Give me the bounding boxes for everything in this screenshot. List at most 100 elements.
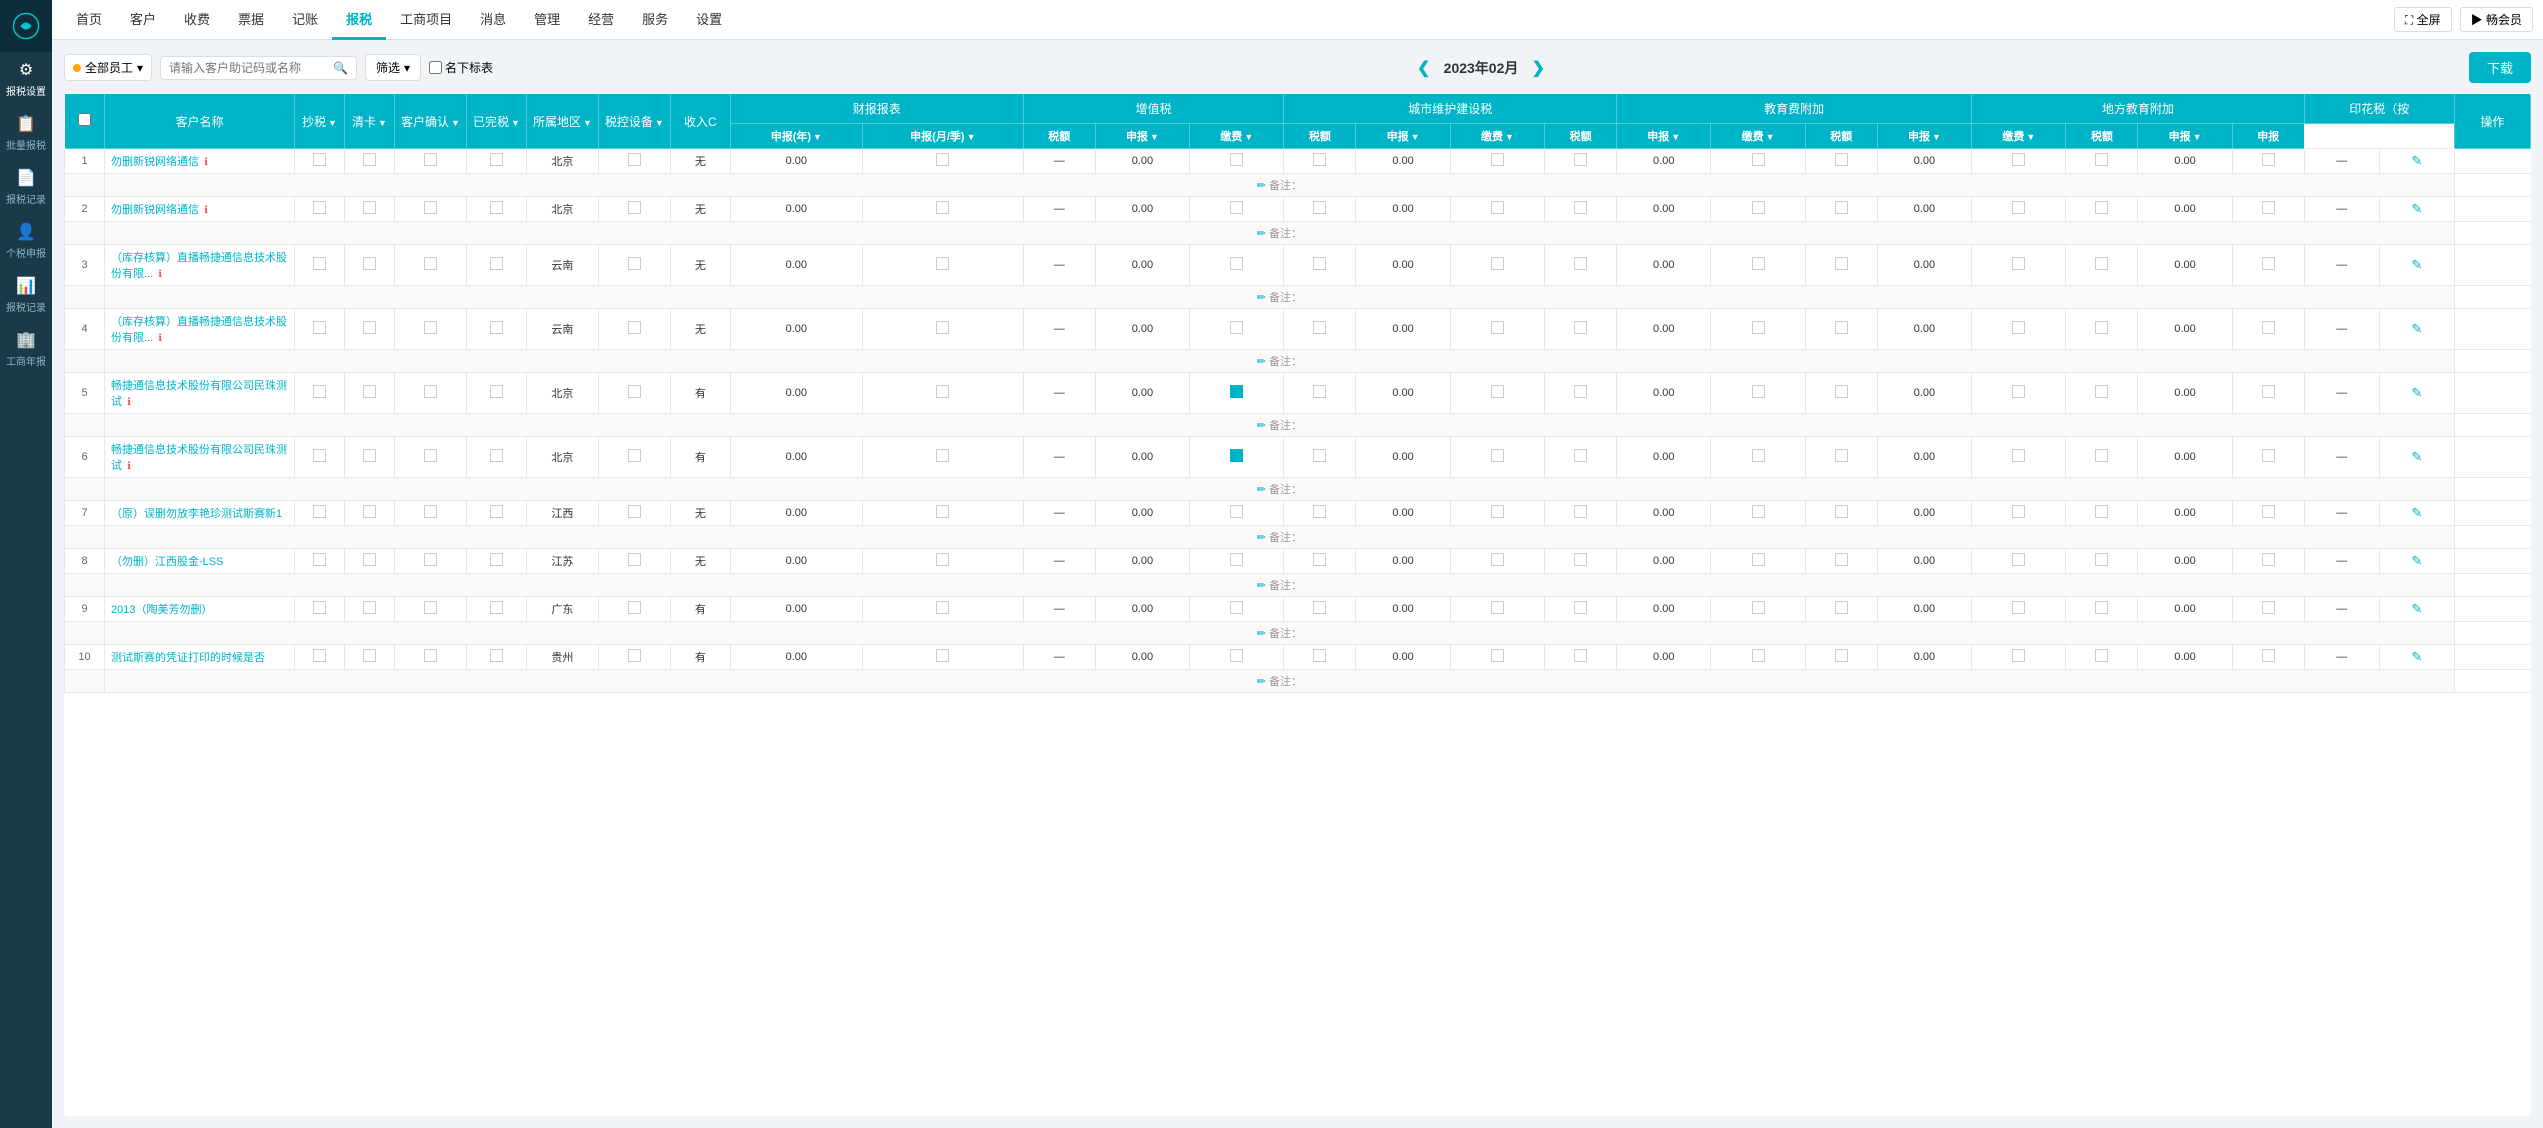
company-name: （库存核算）直播畅捷通信息技术股份有限... ℹ: [105, 309, 295, 350]
nav-customer[interactable]: 客户: [116, 0, 170, 40]
local-jiaofei: [2066, 309, 2138, 350]
company-link[interactable]: 2013（陶美芳勿删）: [111, 604, 212, 616]
nav-guanli[interactable]: 管理: [520, 0, 574, 40]
prev-month-button[interactable]: ❮: [1414, 58, 1434, 78]
nav-fuwu[interactable]: 服务: [628, 0, 682, 40]
note-content: ✏ 备注：: [105, 174, 2455, 197]
edu-taxamt: 0.00: [1617, 645, 1711, 670]
sidebar-item-geshen[interactable]: 👤 个税申报: [0, 214, 52, 268]
city-jiaofei: [1545, 437, 1617, 478]
table-row: 10 测试斯赛的凭证打印的时候是否 贵州 有 0.00 — 0.00 0.00 …: [65, 645, 2531, 670]
next-month-button[interactable]: ❯: [1528, 58, 1548, 78]
employee-filter-select[interactable]: 全部员工 ▾: [64, 54, 152, 81]
th-local-shenbao: 申报▼: [1877, 124, 1971, 149]
caibao-month: [862, 245, 1023, 286]
edit-icon[interactable]: ✎: [2411, 449, 2422, 464]
member-button[interactable]: ▶ 畅会员: [2460, 7, 2533, 32]
edu-taxamt: 0.00: [1617, 437, 1711, 478]
company-link[interactable]: 勿删新锐网络通信: [111, 156, 199, 168]
nav-jizhi[interactable]: 记账: [278, 0, 332, 40]
company-link[interactable]: 畅捷通信息技术股份有限公司民珠测试: [111, 380, 287, 408]
edit-icon[interactable]: ✎: [2411, 601, 2422, 616]
vat-amount: —: [1023, 245, 1095, 286]
edit-icon[interactable]: ✎: [2411, 505, 2422, 520]
edu-taxamt: 0.00: [1617, 309, 1711, 350]
stamp-taxamt: 0.00: [2138, 309, 2232, 350]
th-edu-jiaofei: 缴费▼: [1711, 124, 1805, 149]
note-content: ✏ 备注：: [105, 622, 2455, 645]
caibao-year: 0.00: [730, 437, 862, 478]
vat-jiaofei: [1284, 645, 1356, 670]
nav-xiaoxi[interactable]: 消息: [466, 0, 520, 40]
edit-icon[interactable]: ✎: [2411, 321, 2422, 336]
local-jiaofei: [2066, 645, 2138, 670]
main-area: 首页 客户 收费 票据 记账 报税 工商项目 消息 管理 经营 服务 设置 ⛶ …: [52, 0, 2543, 1128]
edit-icon[interactable]: ✎: [2411, 201, 2422, 216]
vat-jiaofei: [1284, 549, 1356, 574]
city-taxamt: 0.00: [1356, 501, 1450, 526]
nav-right: ⛶ 全屏 ▶ 畅会员: [2394, 7, 2533, 32]
company-link[interactable]: 畅捷通信息技术股份有限公司民珠测试: [111, 444, 287, 472]
stamp-shenbao: [2232, 549, 2304, 574]
sidebar-item-gongshang[interactable]: 🏢 工商年报: [0, 322, 52, 376]
chaoshui-cell: [295, 437, 345, 478]
note-pencil-icon: ✏: [1257, 420, 1266, 432]
warning-icon: ℹ: [158, 333, 162, 344]
fullscreen-icon: ⛶: [2405, 13, 2413, 27]
nav-shoufei[interactable]: 收费: [170, 0, 224, 40]
action-cell: ✎: [2379, 437, 2454, 478]
stamp-shenbao: [2232, 309, 2304, 350]
note-pencil-icon: ✏: [1257, 228, 1266, 240]
filter-button[interactable]: 筛选 ▾: [365, 54, 421, 81]
sidebar-item-piliangshuibao[interactable]: 📋 批量报税: [0, 106, 52, 160]
select-all-checkbox[interactable]: [78, 113, 91, 126]
table-row: 2 勿删新锐网络通信 ℹ 北京 无 0.00 — 0.00 0.00 0.00 …: [65, 197, 2531, 222]
company-link[interactable]: 测试斯赛的凭证打印的时候是否: [111, 652, 265, 664]
nav-home[interactable]: 首页: [62, 0, 116, 40]
th-device: 税控设备▼: [598, 94, 670, 149]
fullscreen-button[interactable]: ⛶ 全屏: [2394, 7, 2452, 32]
nav-piaoju[interactable]: 票据: [224, 0, 278, 40]
search-input[interactable]: [169, 61, 329, 75]
region-cell: 江西: [526, 501, 598, 526]
company-link[interactable]: （库存核算）直播畅捷通信息技术股份有限...: [111, 252, 287, 280]
company-link[interactable]: （勿删）江西股金-LSS: [111, 556, 223, 568]
nav-shuibao[interactable]: 报税: [332, 0, 386, 40]
nav-gongshang[interactable]: 工商项目: [386, 0, 466, 40]
region-cell: 云南: [526, 245, 598, 286]
city-shenbao: [1450, 197, 1544, 222]
nav-shezhi[interactable]: 设置: [682, 0, 736, 40]
table-container[interactable]: 客户名称 抄税▼ 清卡▼ 客户确认▼ 已完税▼ 所属地区▼ 税控设备▼ 收入C …: [64, 93, 2531, 1116]
edit-icon[interactable]: ✎: [2411, 649, 2422, 664]
sidebar-item-baoshuishezhi[interactable]: ⚙ 报税设置: [0, 52, 52, 106]
edu-shenbao: [1711, 149, 1805, 174]
th-vat-shenbao: 申报▼: [1095, 124, 1189, 149]
vat-shenbao: [1190, 245, 1284, 286]
edit-icon[interactable]: ✎: [2411, 257, 2422, 272]
action-cell: ✎: [2379, 245, 2454, 286]
city-shenbao: [1450, 549, 1544, 574]
edit-icon[interactable]: ✎: [2411, 385, 2422, 400]
company-link[interactable]: （库存核算）直播畅捷通信息技术股份有限...: [111, 316, 287, 344]
sidebar-item-huizong[interactable]: 📊 报税记录: [0, 268, 52, 322]
company-link[interactable]: （原）误删勿放李艳珍测试斯赛新1: [111, 508, 282, 520]
edu-taxamt: 0.00: [1617, 245, 1711, 286]
warning-icon: ℹ: [127, 461, 131, 472]
download-button[interactable]: 下载: [2469, 52, 2531, 83]
edit-icon[interactable]: ✎: [2411, 553, 2422, 568]
company-name: 勿删新锐网络通信 ℹ: [105, 149, 295, 174]
warning-icon: ℹ: [127, 397, 131, 408]
note-content: ✏ 备注：: [105, 574, 2455, 597]
th-chaoshui: 抄税▼: [295, 94, 345, 149]
sidebar-item-baoshuijilu[interactable]: 📄 报税记录: [0, 160, 52, 214]
vat-amount: —: [1023, 549, 1095, 574]
label-checkbox-input[interactable]: [429, 61, 442, 74]
nav-jingying[interactable]: 经营: [574, 0, 628, 40]
edit-icon[interactable]: ✎: [2411, 153, 2422, 168]
note-content: ✏ 备注：: [105, 526, 2455, 549]
company-link[interactable]: 勿删新锐网络通信: [111, 204, 199, 216]
note-pencil-icon: ✏: [1257, 580, 1266, 592]
action-cell: ✎: [2379, 197, 2454, 222]
local-shenbao: [1972, 309, 2066, 350]
company-name: （库存核算）直播畅捷通信息技术股份有限... ℹ: [105, 245, 295, 286]
